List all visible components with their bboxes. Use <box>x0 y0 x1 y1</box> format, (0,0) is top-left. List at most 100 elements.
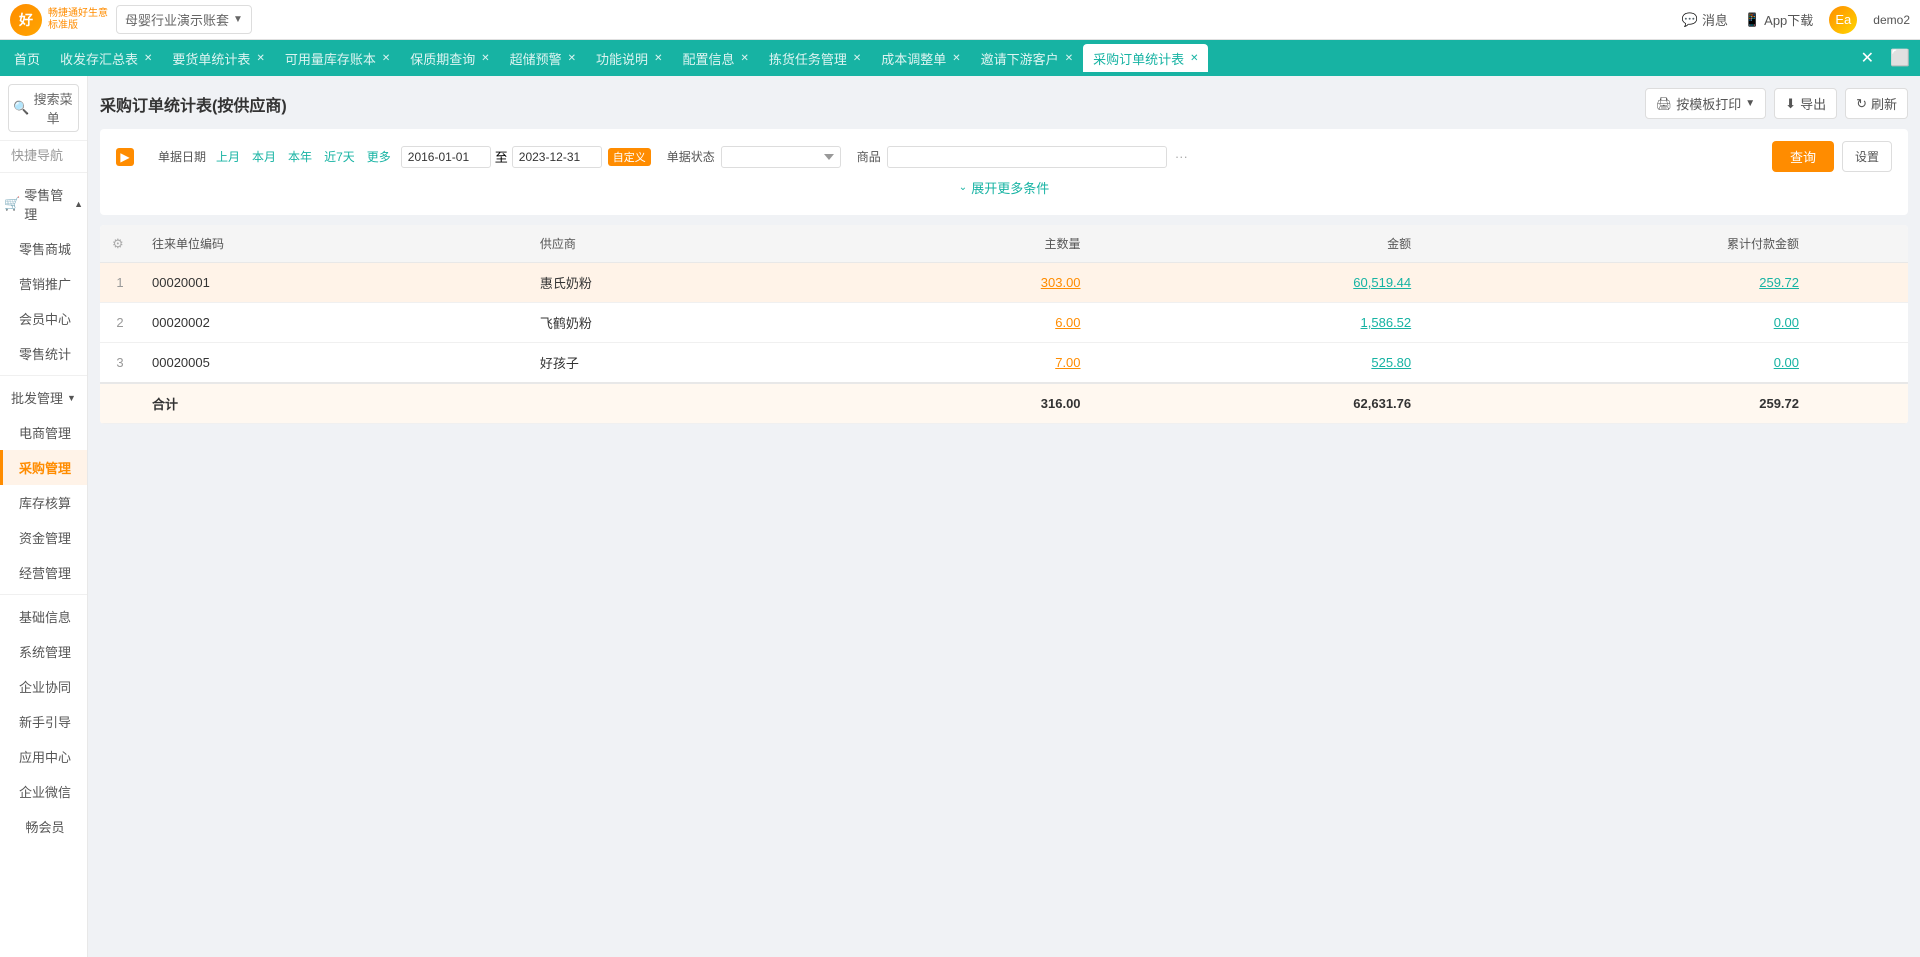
tab-picking-task[interactable]: 拣货任务管理 ✕ <box>759 44 871 72</box>
tab-close-expiry-query[interactable]: ✕ <box>481 53 489 64</box>
sidebar-item-basic-info[interactable]: 基础信息 <box>0 599 87 634</box>
date-from-input[interactable] <box>401 146 491 168</box>
query-button[interactable]: 查询 <box>1772 141 1834 172</box>
amount-link-1[interactable]: 60,519.44 <box>1353 275 1411 290</box>
expand-button[interactable]: ▶ <box>116 148 134 166</box>
tab-close-collect-pay[interactable]: ✕ <box>144 53 152 64</box>
sidebar-item-vip[interactable]: 畅会员 <box>0 809 87 844</box>
sidebar-item-quick-nav[interactable]: 快捷导航 <box>0 141 87 168</box>
logo-text: 畅捷通好生意 标准版 <box>48 8 108 32</box>
tab-close-config-info[interactable]: ✕ <box>740 53 748 64</box>
tab-close-invite-customer[interactable]: ✕ <box>1065 53 1073 64</box>
workspace-selector[interactable]: 母婴行业演示账套 ▼ <box>116 5 252 34</box>
tab-invite-customer[interactable]: 邀请下游客户 ✕ <box>971 44 1083 72</box>
page-header: 采购订单统计表(按供应商) 🖨 按模板打印 ▼ ⬇ 导出 ↻ 刷新 <box>100 88 1908 119</box>
quantity-link-2[interactable]: 6.00 <box>1055 315 1080 330</box>
sidebar-item-purchase-mgmt[interactable]: 采购管理 <box>0 450 87 485</box>
row-quantity-1: 303.00 <box>835 263 1093 303</box>
summary-amount: 62,631.76 <box>1093 383 1424 424</box>
sidebar-item-app-center[interactable]: 应用中心 <box>0 739 87 774</box>
summary-quantity: 316.00 <box>835 383 1093 424</box>
sidebar-item-retail-mall[interactable]: 零售商城 <box>0 231 87 266</box>
sidebar-divider-1 <box>0 172 87 173</box>
date-shortcut-this-month[interactable]: 本月 <box>248 147 280 166</box>
tab-config-info[interactable]: 配置信息 ✕ <box>672 44 758 72</box>
row-extra-3 <box>1811 343 1908 384</box>
date-shortcut-last-month[interactable]: 上月 <box>212 147 244 166</box>
tab-expiry-query[interactable]: 保质期查询 ✕ <box>400 44 499 72</box>
tab-close-cost-adjust[interactable]: ✕ <box>952 53 960 64</box>
tab-overstock-alert[interactable]: 超储预警 ✕ <box>500 44 586 72</box>
sidebar-item-enterprise-wechat[interactable]: 企业微信 <box>0 774 87 809</box>
paid-link-2[interactable]: 0.00 <box>1774 315 1799 330</box>
export-button[interactable]: ⬇ 导出 <box>1774 88 1837 119</box>
summary-empty-2 <box>528 383 835 424</box>
tab-close-function-desc[interactable]: ✕ <box>654 53 662 64</box>
quantity-link-1[interactable]: 303.00 <box>1041 275 1081 290</box>
message-button[interactable]: 💬 消息 <box>1682 10 1728 29</box>
quantity-link-3[interactable]: 7.00 <box>1055 355 1080 370</box>
tab-close-purchase-stats[interactable]: ✕ <box>1190 53 1198 64</box>
filter-status-item: 单据状态 <box>667 146 841 168</box>
workspace-label: 母婴行业演示账套 <box>125 10 229 29</box>
table-row: 1 00020001 惠氏奶粉 303.00 60,519.44 259.72 <box>100 263 1908 303</box>
date-shortcut-this-year[interactable]: 本年 <box>284 147 316 166</box>
sidebar-item-retail-stats[interactable]: 零售统计 <box>0 336 87 371</box>
tab-function-desc[interactable]: 功能说明 ✕ <box>586 44 672 72</box>
row-paid-1: 259.72 <box>1423 263 1811 303</box>
tab-close-picking-task[interactable]: ✕ <box>853 53 861 64</box>
amount-link-3[interactable]: 525.80 <box>1371 355 1411 370</box>
filter-actions-right: 查询 设置 <box>1772 141 1892 172</box>
tab-maximize-button[interactable]: ⬜ <box>1884 46 1916 70</box>
refresh-button[interactable]: ↻ 刷新 <box>1845 88 1908 119</box>
goods-input-more-icon[interactable]: ··· <box>1175 149 1188 164</box>
sidebar-item-finance-mgmt[interactable]: 资金管理 <box>0 520 87 555</box>
filter-more-button[interactable]: ⌄ 展开更多条件 <box>116 172 1892 203</box>
sidebar-item-ops-mgmt[interactable]: 经营管理 <box>0 555 87 590</box>
tab-requisition-stats[interactable]: 要货单统计表 ✕ <box>162 44 274 72</box>
sidebar-item-wholesale-mgmt[interactable]: 批发管理 ▼ <box>0 380 87 415</box>
avatar[interactable]: Ea <box>1829 6 1857 34</box>
sidebar-item-sys-mgmt[interactable]: 系统管理 <box>0 634 87 669</box>
table-header-row: ⚙ 往来单位编码 供应商 主数量 金额 累计付款金额 <box>100 225 1908 263</box>
search-menu-button[interactable]: 🔍 搜索菜单 <box>8 84 79 132</box>
sidebar-item-enterprise-collab[interactable]: 企业协同 <box>0 669 87 704</box>
paid-link-3[interactable]: 0.00 <box>1774 355 1799 370</box>
tab-close-requisition-stats[interactable]: ✕ <box>256 53 264 64</box>
settings-icon[interactable]: ⚙ <box>112 236 124 251</box>
tab-purchase-stats[interactable]: 采购订单统计表 ✕ <box>1083 44 1208 72</box>
basic-info-label: 基础信息 <box>19 610 71 625</box>
paid-link-1[interactable]: 259.72 <box>1759 275 1799 290</box>
row-num-1: 1 <box>100 263 140 303</box>
sidebar-item-stock-check[interactable]: 库存核算 <box>0 485 87 520</box>
row-code-2: 00020002 <box>140 303 528 343</box>
retail-mgmt-icon: 🛒 <box>4 196 20 212</box>
goods-input[interactable] <box>887 146 1167 168</box>
sidebar-item-marketing[interactable]: 营销推广 <box>0 266 87 301</box>
tab-close-all-button[interactable]: ✕ <box>1855 46 1880 70</box>
table-row: 3 00020005 好孩子 7.00 525.80 0.00 <box>100 343 1908 384</box>
app-download-button[interactable]: 📱 App下载 <box>1744 10 1813 29</box>
row-amount-1: 60,519.44 <box>1093 263 1424 303</box>
sidebar-item-member-center[interactable]: 会员中心 <box>0 301 87 336</box>
tab-close-available-stock[interactable]: ✕ <box>382 53 390 64</box>
tab-cost-adjust[interactable]: 成本调整单 ✕ <box>871 44 970 72</box>
sidebar-item-new-guide[interactable]: 新手引导 <box>0 704 87 739</box>
row-amount-3: 525.80 <box>1093 343 1424 384</box>
sidebar-item-retail-mgmt[interactable]: 🛒 零售管理 ▲ <box>0 177 87 231</box>
col-settings: ⚙ <box>100 225 140 263</box>
date-shortcut-last-7-days[interactable]: 近7天 <box>320 147 359 166</box>
amount-link-2[interactable]: 1,586.52 <box>1361 315 1412 330</box>
tab-close-overstock-alert[interactable]: ✕ <box>568 53 576 64</box>
settings-button[interactable]: 设置 <box>1842 141 1892 172</box>
date-to-input[interactable] <box>512 146 602 168</box>
row-quantity-3: 7.00 <box>835 343 1093 384</box>
date-shortcut-more[interactable]: 更多 <box>363 147 395 166</box>
sidebar-item-ecommerce-mgmt[interactable]: 电商管理 <box>0 415 87 450</box>
template-print-button[interactable]: 🖨 按模板打印 ▼ <box>1645 88 1766 119</box>
goods-label: 商品 <box>857 148 881 165</box>
tab-available-stock[interactable]: 可用量库存账本 ✕ <box>275 44 400 72</box>
status-select[interactable] <box>721 146 841 168</box>
tab-home[interactable]: 首页 <box>4 44 50 72</box>
tab-collect-pay[interactable]: 收发存汇总表 ✕ <box>50 44 162 72</box>
